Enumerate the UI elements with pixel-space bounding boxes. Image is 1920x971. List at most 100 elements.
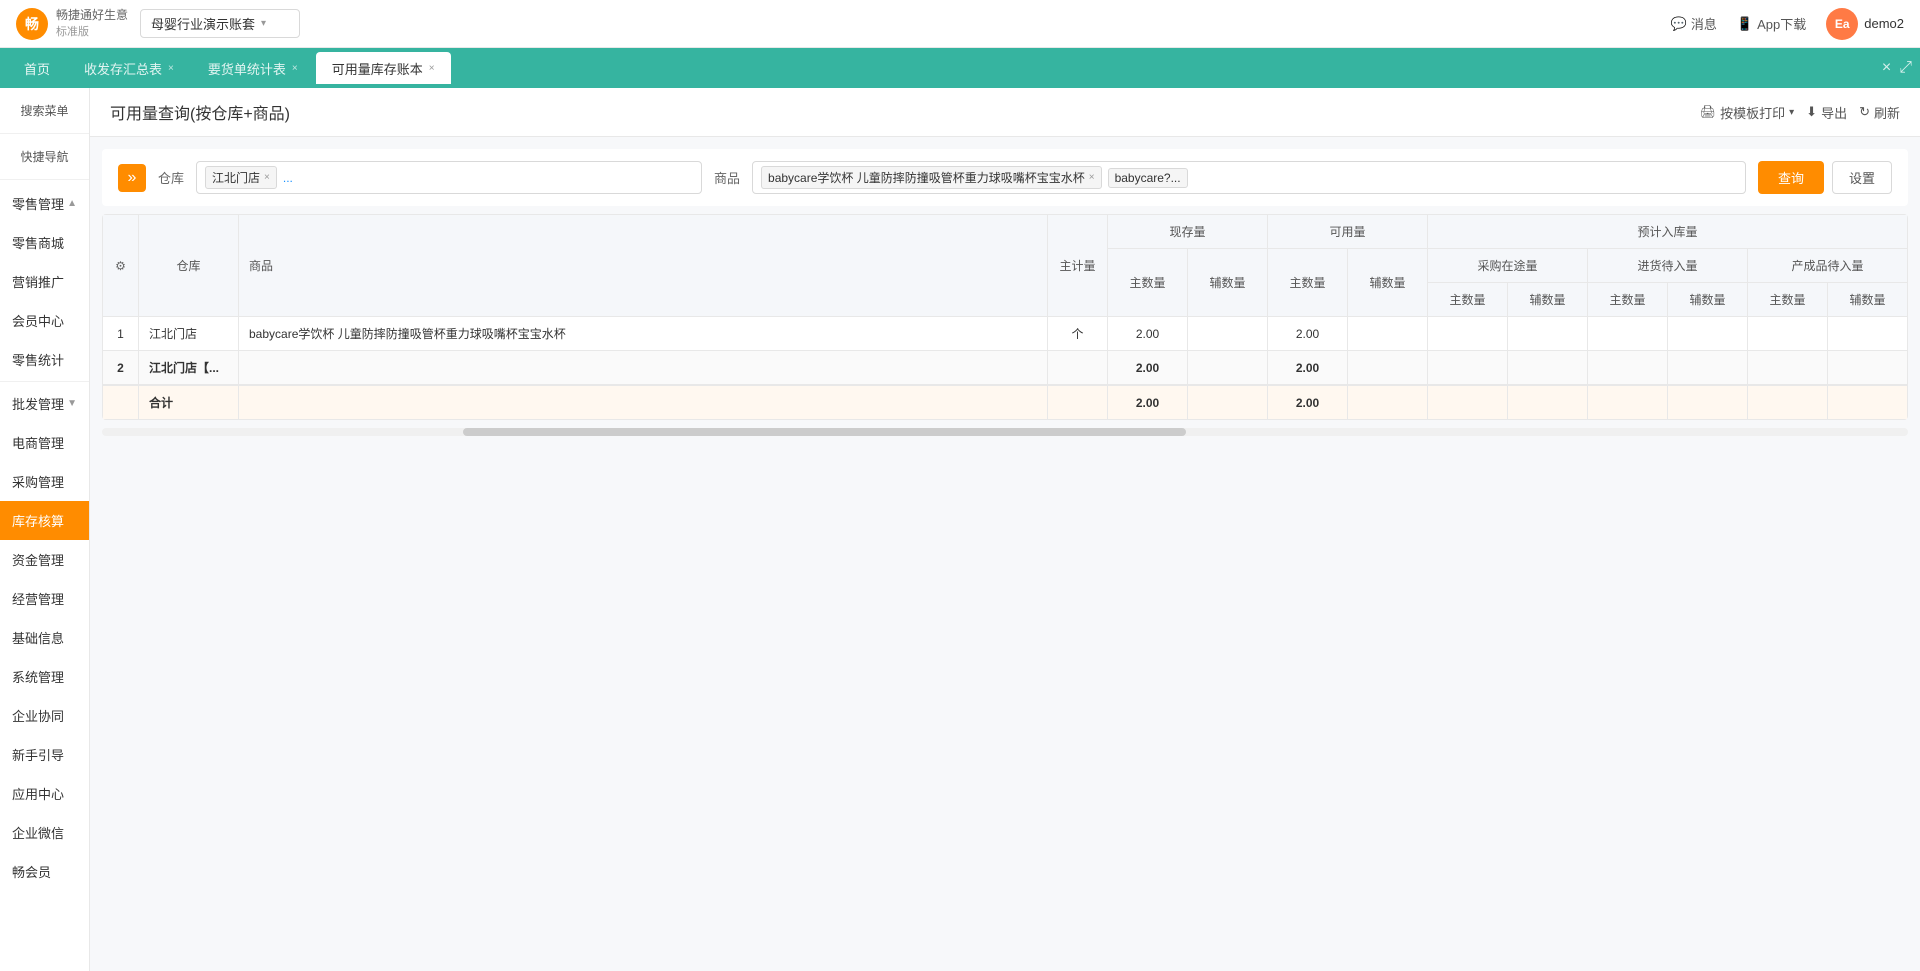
tab-order-label: 要货单统计表 [208, 59, 286, 78]
tab-home[interactable]: 首页 [8, 52, 66, 84]
sidebar-label-wholesale: 批发管理 [12, 394, 64, 413]
expand-window-button[interactable]: ⤢ [1899, 59, 1912, 77]
produced-sub-header: 辅数量 [1828, 283, 1908, 317]
row-available-sub-1 [1348, 351, 1428, 385]
row-stock-main-1: 2.00 [1108, 351, 1188, 385]
sidebar-label-retail-shop: 零售商城 [12, 233, 64, 252]
table-area: ⚙ 仓库 商品 主计量 现存量 可用量 预计入库量 主数量 辅数量 主数量 辅数… [102, 214, 1908, 420]
row-unit-1 [1048, 351, 1108, 385]
filter-area: » 仓库 江北门店 × ... 商品 babycare学饮杯 儿童防摔防撞吸管杯… [102, 149, 1908, 206]
sidebar-item-enterprise[interactable]: 企业协同 [0, 696, 89, 735]
sidebar-item-member[interactable]: 畅会员 [0, 852, 89, 891]
filter-expand-button[interactable]: » [118, 164, 146, 192]
warehouse-tag-0[interactable]: 江北门店 × [205, 166, 277, 189]
sidebar-item-members[interactable]: 会员中心 [0, 301, 89, 340]
refresh-label: 刷新 [1874, 103, 1900, 122]
chevron-icon-retail: ▲ [67, 198, 77, 209]
sidebar-item-inventory[interactable]: 库存核算 [0, 501, 89, 540]
page-title: 可用量查询(按仓库+商品) [110, 100, 290, 124]
col-warehouse-header: 仓库 [139, 215, 239, 317]
tab-receipt-label: 收发存汇总表 [84, 59, 162, 78]
row-produced-main-0 [1748, 317, 1828, 351]
export-button[interactable]: ⬇ 导出 [1806, 103, 1847, 122]
logo-area: 畅 畅捷通好生意 标准版 [16, 8, 128, 40]
col-stock-header: 现存量 [1108, 215, 1268, 249]
logo-icon: 畅 [16, 8, 48, 40]
close-window-button[interactable]: × [1882, 59, 1891, 77]
product-filter-tags[interactable]: babycare学饮杯 儿童防摔防撞吸管杯重力球吸嘴杯宝宝水杯 × babyca… [752, 161, 1746, 194]
row-purchased-main-0 [1428, 317, 1508, 351]
total-row: 合计 2.00 2.00 [103, 386, 1908, 420]
message-button[interactable]: 💬 消息 [1671, 14, 1717, 33]
tab-receipt[interactable]: 收发存汇总表 × [68, 52, 190, 84]
sidebar: 搜索菜单 快捷导航 零售管理 ▲ 零售商城 营销推广 会员中心 零售统计 [0, 88, 90, 971]
row-purchased-main-1 [1428, 351, 1508, 385]
sidebar-item-system[interactable]: 系统管理 [0, 657, 89, 696]
settings-icon[interactable]: ⚙ [115, 259, 126, 273]
sidebar-item-basic[interactable]: 基础信息 [0, 618, 89, 657]
total-available-sub [1348, 386, 1428, 420]
tab-available-close[interactable]: × [429, 63, 435, 74]
sidebar-quick-nav: 快捷导航 [0, 134, 89, 180]
sidebar-item-retail-shop[interactable]: 零售商城 [0, 223, 89, 262]
sidebar-item-newguide[interactable]: 新手引导 [0, 735, 89, 774]
sidebar-label-marketing: 营销推广 [12, 272, 64, 291]
sidebar-search-area: 搜索菜单 [0, 88, 89, 134]
sidebar-item-purchase[interactable]: 采购管理 [0, 462, 89, 501]
query-button[interactable]: 查询 [1758, 161, 1824, 194]
warehouse-tag-0-label: 江北门店 [212, 169, 260, 186]
product-tag-0[interactable]: babycare学饮杯 儿童防摔防撞吸管杯重力球吸嘴杯宝宝水杯 × [761, 166, 1102, 189]
quick-nav-item[interactable]: 快捷导航 [0, 140, 89, 173]
product-tag-0-remove[interactable]: × [1089, 172, 1095, 183]
col-settings-header[interactable]: ⚙ [103, 215, 139, 317]
sidebar-item-wholesale[interactable]: 批发管理 ▼ [0, 384, 89, 423]
sidebar-item-marketing[interactable]: 营销推广 [0, 262, 89, 301]
tab-available[interactable]: 可用量库存账本 × [316, 52, 451, 84]
row-incoming-main-1 [1588, 351, 1668, 385]
tab-order[interactable]: 要货单统计表 × [192, 52, 314, 84]
table-row: 1 江北门店 babycare学饮杯 儿童防摔防撞吸管杯重力球吸嘴杯宝宝水杯 个… [103, 317, 1908, 351]
sidebar-item-ecommerce[interactable]: 电商管理 [0, 423, 89, 462]
row-available-main-1: 2.00 [1268, 351, 1348, 385]
product-tag-1[interactable]: babycare?... [1108, 168, 1188, 188]
search-menu-button[interactable]: 搜索菜单 [8, 98, 81, 123]
table-row: 2 江北门店【... 2.00 2.00 [103, 351, 1908, 385]
total-produced-main [1748, 386, 1828, 420]
warehouse-filter-tags[interactable]: 江北门店 × ... [196, 161, 702, 194]
row-index-0: 1 [103, 317, 139, 351]
product-tag-1-label: babycare?... [1115, 171, 1181, 185]
sidebar-item-retail-stats[interactable]: 零售统计 [0, 340, 89, 379]
sidebar-label-members: 会员中心 [12, 311, 64, 330]
logo-text-block: 畅捷通好生意 标准版 [56, 8, 128, 40]
scrollbar-thumb[interactable] [463, 428, 1185, 436]
store-selector[interactable]: 母婴行业演示账套 ▾ [140, 9, 300, 38]
tab-order-close[interactable]: × [292, 63, 298, 74]
download-button[interactable]: 📱 App下载 [1737, 14, 1806, 33]
refresh-icon: ↻ [1859, 104, 1870, 120]
available-main-header: 主数量 [1268, 249, 1348, 317]
refresh-button[interactable]: ↻ 刷新 [1859, 103, 1900, 122]
print-button[interactable]: 🖨 按模板打印 ▾ [1700, 103, 1795, 122]
sidebar-label-inventory: 库存核算 [12, 511, 64, 530]
total-stock-sub [1188, 386, 1268, 420]
sidebar-item-appcenter[interactable]: 应用中心 [0, 774, 89, 813]
product-filter-label: 商品 [714, 168, 740, 187]
row-warehouse-0: 江北门店 [139, 317, 239, 351]
total-row-table: 合计 2.00 2.00 [102, 385, 1908, 420]
total-purchased-sub [1508, 386, 1588, 420]
sidebar-item-finance[interactable]: 资金管理 [0, 540, 89, 579]
sidebar-item-retail-mgmt[interactable]: 零售管理 ▲ [0, 184, 89, 223]
horizontal-scrollbar[interactable] [102, 428, 1908, 436]
logo-subtext: 标准版 [56, 23, 128, 39]
stock-main-header: 主数量 [1108, 249, 1188, 317]
user-area[interactable]: Ea demo2 [1826, 8, 1904, 40]
sidebar-item-operations[interactable]: 经营管理 [0, 579, 89, 618]
row-incoming-sub-1 [1668, 351, 1748, 385]
col-expected-header: 预计入库量 [1428, 215, 1908, 249]
tab-receipt-close[interactable]: × [168, 63, 174, 74]
filter-more-btn[interactable]: ... [283, 171, 293, 185]
settings-button[interactable]: 设置 [1832, 161, 1892, 194]
sidebar-item-wecom[interactable]: 企业微信 [0, 813, 89, 852]
export-icon: ⬇ [1806, 104, 1817, 120]
warehouse-tag-0-remove[interactable]: × [264, 172, 270, 183]
